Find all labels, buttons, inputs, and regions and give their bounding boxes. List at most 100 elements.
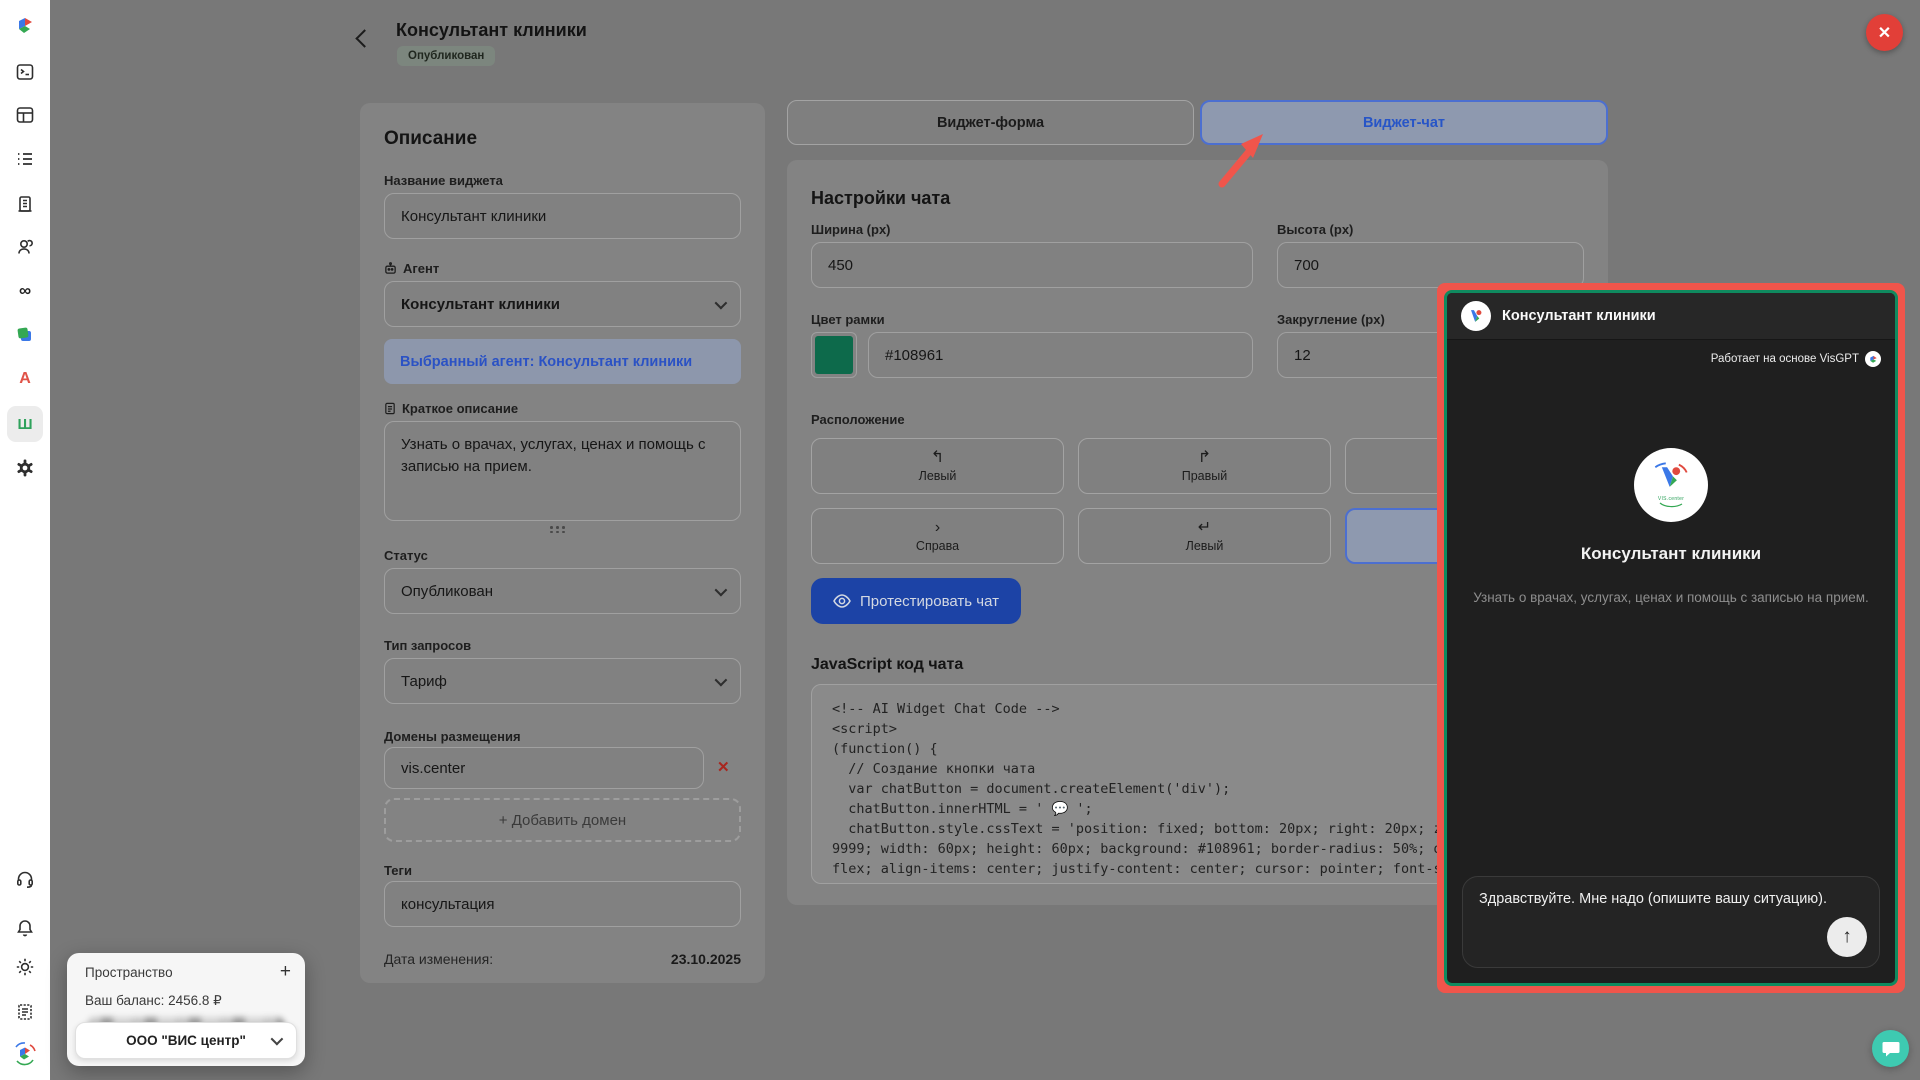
add-workspace-button[interactable]: + — [280, 961, 291, 983]
chat-settings-title: Настройки чата — [811, 188, 951, 208]
widgets-icon: Ш — [17, 415, 33, 433]
width-input[interactable]: 450 — [811, 242, 1253, 288]
sidebar-item-notifications[interactable] — [7, 910, 43, 946]
sidebar-item-theme[interactable] — [7, 949, 43, 985]
test-chat-button[interactable]: Протестировать чат — [811, 578, 1021, 624]
status-label: Статус — [384, 548, 428, 563]
radius-value: 12 — [1294, 346, 1311, 364]
chat-preview-body: VIS.center Консультант клиники Узнать о … — [1447, 448, 1895, 605]
height-label: Высота (px) — [1277, 222, 1354, 237]
visgpt-v-icon — [1471, 310, 1482, 322]
sidebar-item-projects[interactable] — [7, 317, 43, 353]
sidebar-item-integrations[interactable]: ∞ — [7, 273, 43, 309]
sun-icon — [16, 958, 34, 976]
position-button-4[interactable]: › Справа — [811, 508, 1064, 564]
document-icon — [385, 402, 395, 415]
headset-icon — [16, 871, 33, 888]
resize-handle[interactable] — [550, 526, 566, 533]
chevron-down-icon — [714, 583, 728, 596]
agent-label: Агент — [384, 261, 439, 276]
sidebar-item-settings[interactable] — [7, 450, 43, 486]
sidebar-item-home[interactable] — [7, 8, 43, 44]
sidebar-item-company[interactable] — [7, 186, 43, 222]
send-button[interactable]: ↑ — [1827, 917, 1867, 957]
status-badge: Опубликован — [397, 46, 496, 66]
robot-icon — [385, 262, 396, 274]
bottom-logo-icon — [15, 1042, 36, 1066]
users-icon — [18, 239, 33, 254]
agent-avatar: VIS.center — [1634, 448, 1708, 522]
request-type-select[interactable]: Тариф — [384, 658, 741, 704]
frame-color-label: Цвет рамки — [811, 312, 885, 327]
chevron-down-icon — [714, 673, 728, 686]
sidebar-item-tables[interactable] — [7, 97, 43, 133]
direction-arrow-icon: ↵ — [1197, 518, 1212, 536]
short-description-value: Узнать о врачах, услугах, ценах и помощь… — [401, 436, 706, 475]
sidebar-item-users[interactable] — [7, 229, 43, 265]
radius-label: Закругление (px) — [1277, 312, 1385, 327]
chat-preview-header: Консультант клиники — [1447, 293, 1895, 340]
short-description-textarea[interactable]: Узнать о врачах, услугах, ценах и помощь… — [384, 421, 741, 521]
widget-name-input[interactable]: Консультант клиники — [384, 193, 741, 239]
selected-agent-note: Выбранный агент: Консультант клиники — [384, 339, 741, 384]
eye-icon — [833, 594, 851, 608]
visgpt-v-icon — [1654, 462, 1688, 487]
direction-arrow-icon: ↱ — [1197, 448, 1212, 466]
position-button-label: Левый — [1185, 538, 1224, 553]
delete-domain-icon[interactable]: ✕ — [717, 758, 730, 776]
tab-widget-form[interactable]: Виджет-форма — [787, 100, 1194, 145]
position-button-2[interactable]: ↱ Правый — [1078, 438, 1331, 494]
add-domain-button[interactable]: + Добавить домен — [384, 798, 741, 842]
widget-name-value: Консультант клиники — [401, 207, 547, 225]
notes-icon — [18, 1004, 32, 1020]
sidebar-item-docs[interactable] — [7, 994, 43, 1030]
table-icon — [16, 107, 34, 123]
gear-icon — [17, 459, 33, 477]
height-input[interactable]: 700 — [1277, 242, 1584, 288]
arrow-up-icon: ↑ — [1842, 926, 1852, 947]
organization-select[interactable]: ООО "ВИС центр" — [75, 1022, 297, 1059]
direction-arrow-icon: ↰ — [930, 448, 945, 466]
description-title: Описание — [384, 128, 478, 149]
frame-color-value: #108961 — [885, 346, 944, 364]
position-button-5[interactable]: ↵ Левый — [1078, 508, 1331, 564]
domain-input[interactable]: vis.center — [384, 747, 704, 789]
tab-widget-chat[interactable]: Виджет-чат — [1200, 100, 1608, 145]
page-title: Консультант клиники — [396, 20, 587, 40]
position-button-1[interactable]: ↰ Левый — [811, 438, 1064, 494]
frame-color-input[interactable]: #108961 — [868, 332, 1253, 378]
building-icon — [18, 196, 32, 212]
chat-avatar — [1461, 301, 1491, 331]
support-chat-bubble[interactable] — [1872, 1030, 1909, 1067]
tags-value: консультация — [401, 895, 495, 913]
swatch-color — [815, 336, 853, 374]
chat-preview-widget: Консультант клиники Работает на основе V… — [1444, 290, 1898, 986]
chat-message-input[interactable]: Здравствуйте. Мне надо (опишите вашу сит… — [1462, 876, 1880, 968]
domains-label: Домены размещения — [384, 729, 521, 744]
layers-icon — [17, 327, 31, 341]
close-button[interactable]: ✕ — [1866, 14, 1903, 51]
width-label: Ширина (px) — [811, 222, 891, 237]
height-value: 700 — [1294, 256, 1320, 274]
sidebar-item-support[interactable] — [7, 861, 43, 897]
terminal-icon — [16, 64, 34, 80]
sidebar-item-visgpt[interactable] — [7, 1036, 43, 1072]
width-value: 450 — [828, 256, 854, 274]
infinity-icon: ∞ — [18, 281, 32, 300]
bell-icon — [17, 920, 33, 937]
chat-input-text: Здравствуйте. Мне надо (опишите вашу сит… — [1479, 891, 1828, 907]
chevron-down-icon — [270, 1032, 284, 1046]
organization-value: ООО "ВИС центр" — [126, 1033, 246, 1048]
sidebar-item-console[interactable] — [7, 54, 43, 90]
sidebar-item-widgets[interactable]: Ш — [7, 406, 43, 442]
agent-select[interactable]: Консультант клиники — [384, 281, 741, 327]
chat-preview-highlight: Консультант клиники Работает на основе V… — [1437, 283, 1905, 993]
domain-value: vis.center — [401, 759, 466, 777]
workspace-panel: Пространство + Ваш баланс: 2456.8 ₽ ООО … — [67, 953, 305, 1066]
sidebar-item-lists[interactable] — [7, 141, 43, 177]
back-icon[interactable] — [355, 29, 374, 48]
sidebar-item-assistants[interactable]: A — [7, 361, 43, 397]
tags-input[interactable]: консультация — [384, 881, 741, 927]
frame-color-swatch[interactable] — [811, 332, 857, 378]
status-select[interactable]: Опубликован — [384, 568, 741, 614]
